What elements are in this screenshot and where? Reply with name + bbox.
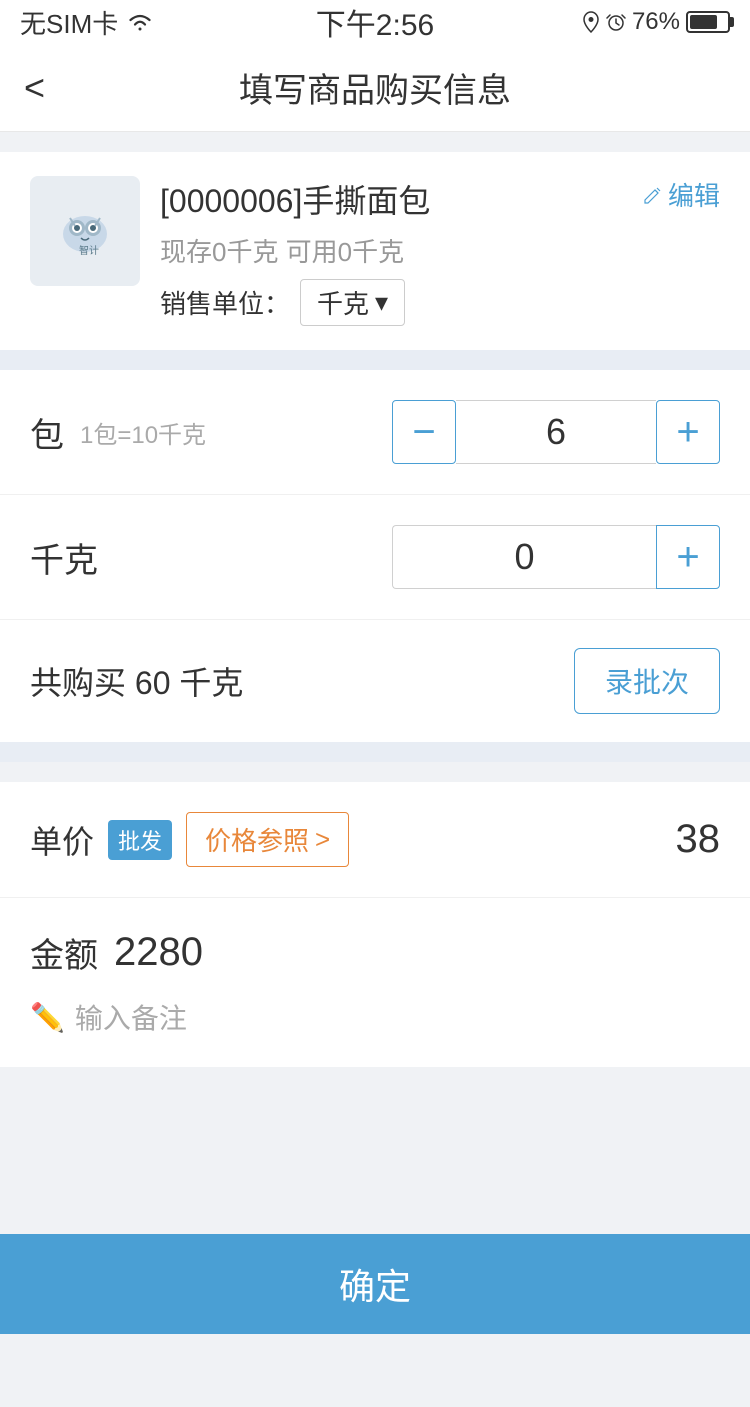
amount-label: 金额 [30,928,98,977]
amount-row: 金额 2280 [30,928,720,977]
qty-plus-bao[interactable]: + [656,400,720,464]
status-carrier: 无SIM卡 [20,4,154,41]
product-stock: 现存0千克 可用0千克 [160,232,720,269]
section-divider-1 [0,350,750,370]
battery-icon [686,11,730,33]
section-divider-2 [0,742,750,762]
note-placeholder: 输入备注 [75,997,187,1037]
note-icon: ✏️ [30,1001,65,1034]
price-row: 单价 批发 价格参照 > 38 [0,782,750,898]
product-thumbnail: 智计 [30,176,140,286]
price-badge: 批发 [108,820,172,860]
status-bar: 无SIM卡 下午2:56 76% [0,0,750,44]
price-ref-button[interactable]: 价格参照 > [186,812,349,867]
note-row[interactable]: ✏️ 输入备注 [30,997,720,1067]
confirm-button[interactable]: 确定 [0,1234,750,1334]
amount-value: 2280 [114,930,203,975]
owl-logo: 智计 [55,206,115,256]
product-unit-row: 销售单位： 千克 ▾ [160,279,720,326]
status-time: 下午2:56 [316,0,434,44]
quantity-row-bao: 包 1包=10千克 − + [0,370,750,495]
qty-sublabel-bao: 1包=10千克 [80,415,206,450]
price-ref-label: 价格参照 [205,821,309,858]
batch-button[interactable]: 录批次 [574,648,720,714]
unit-value: 千克 [317,284,369,321]
qty-label-bao: 包 1包=10千克 [30,408,392,457]
edit-label: 编辑 [668,176,720,213]
quantity-row-kg: 千克 + [0,495,750,620]
price-section: 单价 批发 价格参照 > 38 [0,762,750,898]
battery-percent: 76% [632,8,680,36]
qty-unit-kg: 千克 [30,533,98,582]
amount-section: 金额 2280 ✏️ 输入备注 [0,898,750,1067]
status-icons: 76% [582,8,730,36]
qty-unit-bao: 包 [30,408,64,457]
product-info: [0000006]手撕面包 现存0千克 可用0千克 销售单位： 千克 ▾ [160,176,720,326]
qty-input-kg[interactable] [392,525,656,589]
wifi-icon [126,11,154,33]
qty-control-bao: − + [392,400,720,464]
alarm-icon [606,11,626,33]
price-value: 38 [656,817,721,862]
back-button[interactable]: < [24,67,45,109]
qty-plus-kg[interactable]: + [656,525,720,589]
product-card: 智计 [0000006]手撕面包 现存0千克 可用0千克 销售单位： 千克 ▾ … [0,152,750,350]
qty-label-kg: 千克 [30,533,392,582]
nav-bar: < 填写商品购买信息 [0,44,750,132]
price-ref-arrow: > [315,824,330,855]
edit-icon [642,184,664,206]
qty-minus-bao[interactable]: − [392,400,456,464]
unit-dropdown-arrow: ▾ [375,287,388,318]
carrier-text: 无SIM卡 [20,4,118,41]
product-name: [0000006]手撕面包 [160,176,720,222]
unit-select[interactable]: 千克 ▾ [300,279,405,326]
qty-control-kg: + [392,525,720,589]
unit-label: 销售单位： [160,284,290,321]
total-row: 共购买 60 千克 录批次 [0,620,750,742]
total-label: 共购买 60 千克 [30,658,243,704]
qty-input-bao[interactable] [456,400,656,464]
page-title: 填写商品购买信息 [239,63,511,112]
price-text: 单价 [30,817,94,863]
svg-text:智计: 智计 [79,244,99,256]
quantity-section: 包 1包=10千克 − + 千克 + [0,370,750,620]
edit-button[interactable]: 编辑 [642,176,720,213]
location-icon [582,11,600,33]
price-label: 单价 批发 价格参照 > [30,812,656,867]
